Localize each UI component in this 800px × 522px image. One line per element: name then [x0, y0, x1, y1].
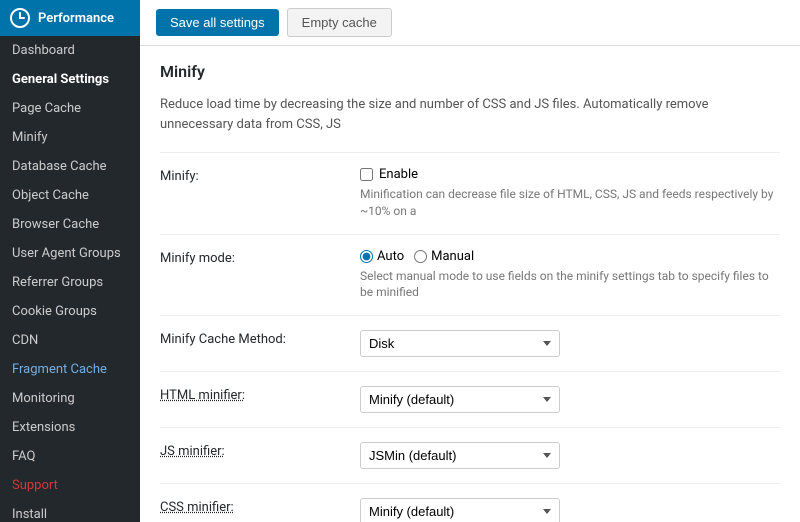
minify-cache-method-row: Minify Cache Method: Disk Disk Enhanced …	[160, 315, 780, 371]
minify-cache-method-select[interactable]: Disk Disk Enhanced Database Memcache Red…	[360, 330, 560, 357]
sidebar-item-cookie-groups[interactable]: Cookie Groups	[0, 297, 140, 326]
minify-control: Enable Minification can decrease file si…	[360, 167, 780, 220]
sidebar-item-minify[interactable]: Minify	[0, 123, 140, 152]
js-minifier-label: JS minifier:	[160, 442, 360, 459]
minify-mode-radio-row: Auto Manual	[360, 249, 780, 264]
section-desc: Reduce load time by decreasing the size …	[160, 95, 780, 134]
sidebar-title: Performance	[38, 11, 114, 26]
html-minifier-control: Minify (default) None	[360, 386, 780, 413]
minify-mode-control: Auto Manual Select manual mode to use fi…	[360, 249, 780, 302]
minify-mode-row: Minify mode: Auto Manual Select manual m…	[160, 234, 780, 316]
sidebar-item-fragment-cache[interactable]: Fragment Cache	[0, 355, 140, 384]
minify-checkbox-label[interactable]: Enable	[379, 167, 418, 182]
js-minifier-row: JS minifier: JSMin (default) Minify None	[160, 427, 780, 483]
html-minifier-select[interactable]: Minify (default) None	[360, 386, 560, 413]
css-minifier-label: CSS minifier:	[160, 498, 360, 515]
top-bar: Save all settings Empty cache	[140, 0, 800, 46]
sidebar-item-referrer-groups[interactable]: Referrer Groups	[0, 268, 140, 297]
content-area: Minify Reduce load time by decreasing th…	[140, 46, 800, 522]
css-minifier-row: CSS minifier: Minify (default) None	[160, 483, 780, 522]
html-minifier-label: HTML minifier:	[160, 386, 360, 403]
sidebar-item-faq[interactable]: FAQ	[0, 442, 140, 471]
sidebar-item-browser-cache[interactable]: Browser Cache	[0, 210, 140, 239]
sidebar-header: Performance	[0, 0, 140, 36]
sidebar-item-monitoring[interactable]: Monitoring	[0, 384, 140, 413]
css-minifier-control: Minify (default) None	[360, 498, 780, 522]
minify-cache-method-control: Disk Disk Enhanced Database Memcache Red…	[360, 330, 780, 357]
minify-mode-auto-label[interactable]: Auto	[360, 249, 404, 264]
sidebar-item-database-cache[interactable]: Database Cache	[0, 152, 140, 181]
js-minifier-select[interactable]: JSMin (default) Minify None	[360, 442, 560, 469]
minify-mode-hint: Select manual mode to use fields on the …	[360, 268, 780, 302]
html-minifier-row: HTML minifier: Minify (default) None	[160, 371, 780, 427]
minify-checkbox-row: Enable	[360, 167, 780, 182]
sidebar-item-install[interactable]: Install	[0, 500, 140, 522]
sidebar-item-page-cache[interactable]: Page Cache	[0, 94, 140, 123]
minify-mode-manual-label[interactable]: Manual	[414, 249, 474, 264]
section-title: Minify	[160, 62, 780, 87]
sidebar-menu: Dashboard General Settings Page Cache Mi…	[0, 36, 140, 522]
js-minifier-control: JSMin (default) Minify None	[360, 442, 780, 469]
sidebar: Performance Dashboard General Settings P…	[0, 0, 140, 522]
sidebar-item-support[interactable]: Support	[0, 471, 140, 500]
minify-row: Minify: Enable Minification can decrease…	[160, 152, 780, 234]
minify-hint: Minification can decrease file size of H…	[360, 186, 780, 220]
minify-mode-label: Minify mode:	[160, 249, 360, 266]
minify-cache-method-label: Minify Cache Method:	[160, 330, 360, 347]
sidebar-item-object-cache[interactable]: Object Cache	[0, 181, 140, 210]
sidebar-item-extensions[interactable]: Extensions	[0, 413, 140, 442]
sidebar-item-cdn[interactable]: CDN	[0, 326, 140, 355]
main-content: Save all settings Empty cache Minify Red…	[140, 0, 800, 522]
top-empty-cache-button[interactable]: Empty cache	[287, 8, 392, 37]
top-save-button[interactable]: Save all settings	[156, 9, 279, 36]
css-minifier-select[interactable]: Minify (default) None	[360, 498, 560, 522]
minify-mode-auto-radio[interactable]	[360, 250, 373, 263]
sidebar-item-dashboard[interactable]: Dashboard	[0, 36, 140, 65]
minify-label: Minify:	[160, 167, 360, 184]
sidebar-item-general-settings[interactable]: General Settings	[0, 65, 140, 94]
performance-icon	[10, 8, 30, 28]
minify-checkbox[interactable]	[360, 168, 373, 181]
sidebar-item-user-agent-groups[interactable]: User Agent Groups	[0, 239, 140, 268]
minify-mode-manual-radio[interactable]	[414, 250, 427, 263]
